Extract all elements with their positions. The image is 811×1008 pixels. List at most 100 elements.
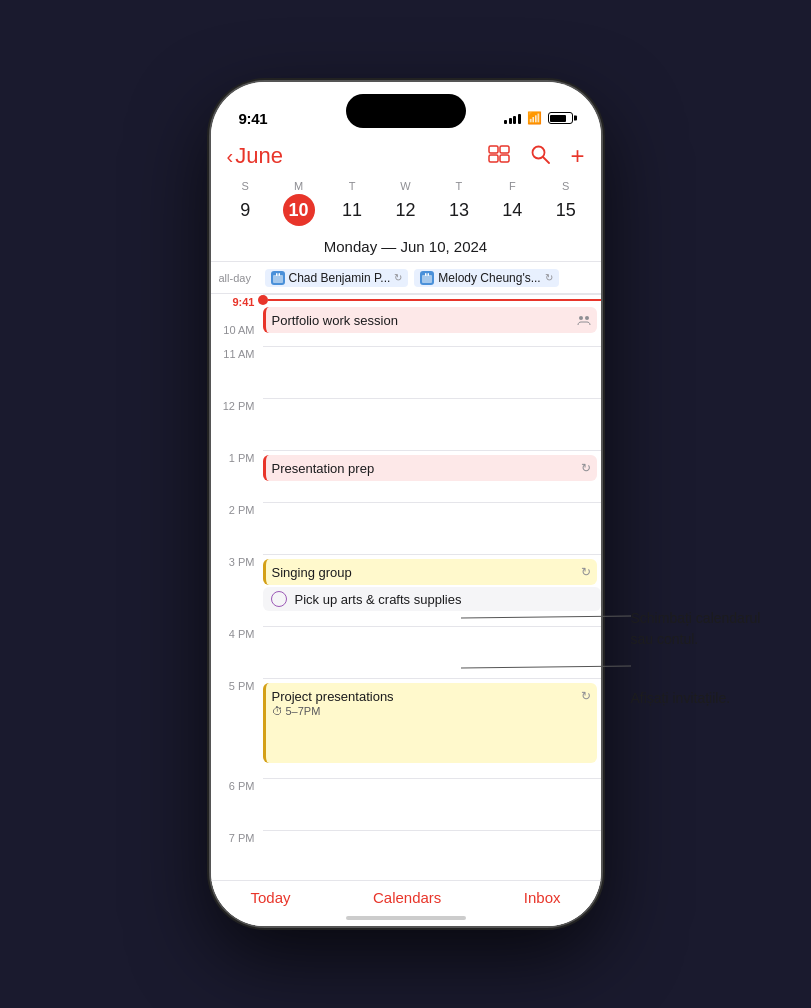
day-letter-wed: W [400, 180, 410, 192]
svg-rect-11 [428, 273, 430, 276]
schedule-area[interactable]: 9:41 10 AM Portfolio work session [211, 294, 601, 880]
svg-rect-8 [278, 273, 280, 276]
time-label-2pm: 2 PM [211, 502, 263, 516]
current-time-indicator [263, 295, 601, 305]
calendar-event-icon-melody [420, 271, 434, 285]
day-letter-thu: T [456, 180, 463, 192]
day-num-15: 15 [550, 194, 582, 226]
month-back-button[interactable]: ‹ June [227, 143, 283, 169]
refresh-icon-melody: ↻ [545, 272, 553, 283]
all-day-event-melody-title: Melody Cheung's... [438, 271, 540, 285]
all-day-row: all-day Chad Benjamin P... ↻ Melody Cheu… [211, 262, 601, 294]
week-day-sat[interactable]: S 15 [539, 180, 592, 226]
day-num-14: 14 [496, 194, 528, 226]
time-line-1pm: Presentation prep ↻ [263, 450, 601, 502]
event-presentation-prep[interactable]: Presentation prep ↻ [263, 455, 597, 481]
task-arts-crafts-title: Pick up arts & crafts supplies [295, 592, 462, 607]
chevron-left-icon: ‹ [227, 145, 234, 168]
add-event-icon[interactable]: + [570, 142, 584, 170]
week-day-thu[interactable]: T 13 [432, 180, 485, 226]
time-line-10am: Portfolio work session [263, 294, 601, 346]
search-icon[interactable] [530, 144, 550, 169]
event-presentation-title: Presentation prep [272, 461, 375, 476]
today-button[interactable]: Today [251, 889, 291, 906]
current-time-line [268, 299, 601, 301]
time-slot-6pm: 6 PM [211, 778, 601, 830]
week-day-fri[interactable]: F 14 [486, 180, 539, 226]
event-portfolio-title: Portfolio work session [272, 313, 398, 328]
svg-rect-2 [489, 155, 498, 162]
home-indicator [346, 916, 466, 920]
time-slot-11am: 11 AM [211, 346, 601, 398]
svg-point-12 [579, 316, 583, 320]
annotation-lines [451, 598, 651, 718]
annotation-calendars: Schimbați calendarul sau contul. [631, 608, 812, 650]
time-label-3pm: 3 PM [211, 554, 263, 568]
shared-icon-presentation: ↻ [581, 461, 591, 475]
all-day-event-chad[interactable]: Chad Benjamin P... ↻ [265, 269, 409, 287]
svg-rect-9 [422, 275, 432, 283]
time-label-7pm: 7 PM [211, 830, 263, 844]
time-slot-1pm: 1 PM Presentation prep ↻ [211, 450, 601, 502]
current-time-badge: 9:41 [211, 296, 255, 308]
status-icons: 📶 [504, 111, 573, 125]
calendar-view-icon[interactable] [488, 145, 510, 168]
all-day-label: all-day [219, 272, 259, 284]
time-label-5pm: 5 PM [211, 678, 263, 692]
shared-icon-singing: ↻ [581, 565, 591, 579]
all-day-event-melody[interactable]: Melody Cheung's... ↻ [414, 269, 558, 287]
day-num-13: 13 [443, 194, 475, 226]
svg-rect-3 [500, 155, 509, 162]
event-singing-title: Singing group [272, 565, 352, 580]
day-num-9: 9 [229, 194, 261, 226]
all-day-event-chad-title: Chad Benjamin P... [289, 271, 391, 285]
time-line-2pm [263, 502, 601, 554]
time-label-12pm: 12 PM [211, 398, 263, 412]
annotations-area: Schimbați calendarul sau contul. Afișați… [631, 608, 812, 706]
nav-row: ‹ June [211, 138, 601, 178]
date-header: Monday — Jun 10, 2024 [211, 228, 601, 262]
task-circle-icon [271, 591, 287, 607]
time-slot-2pm: 2 PM [211, 502, 601, 554]
day-letter-sun: S [242, 180, 249, 192]
svg-rect-10 [425, 273, 427, 276]
day-num-10-today: 10 [283, 194, 315, 226]
week-day-mon[interactable]: M 10 [272, 180, 325, 226]
current-time-dot [258, 295, 268, 305]
week-day-tue[interactable]: T 11 [325, 180, 378, 226]
svg-line-15 [461, 666, 631, 668]
event-portfolio-work[interactable]: Portfolio work session [263, 307, 597, 333]
month-title: June [235, 143, 283, 169]
day-letter-tue: T [349, 180, 356, 192]
time-line-7pm [263, 830, 601, 880]
week-days-row: S 9 M 10 T 11 W 12 [211, 178, 601, 228]
time-line-6pm [263, 778, 601, 830]
signal-bars-icon [504, 112, 521, 124]
day-num-11: 11 [336, 194, 368, 226]
time-line-11am [263, 346, 601, 398]
calendars-button[interactable]: Calendars [373, 889, 441, 906]
time-slot-10am: 9:41 10 AM Portfolio work session [211, 294, 601, 346]
svg-line-5 [543, 157, 549, 163]
time-slot-12pm: 12 PM [211, 398, 601, 450]
week-day-sun[interactable]: S 9 [219, 180, 272, 226]
week-day-wed[interactable]: W 12 [379, 180, 432, 226]
time-label-6pm: 6 PM [211, 778, 263, 792]
screen-content: ‹ June [211, 82, 601, 926]
svg-rect-7 [276, 273, 278, 276]
day-letter-sat: S [562, 180, 569, 192]
svg-rect-1 [500, 146, 509, 153]
event-project-title: Project presentations [272, 689, 394, 704]
time-line-12pm [263, 398, 601, 450]
calendar-event-icon-chad [271, 271, 285, 285]
time-label-11am: 11 AM [211, 346, 263, 360]
clock-icon: ⏱ [272, 705, 283, 717]
event-singing-group[interactable]: Singing group ↻ [263, 559, 597, 585]
day-num-12: 12 [389, 194, 421, 226]
time-label-1pm: 1 PM [211, 450, 263, 464]
status-time: 9:41 [239, 110, 268, 127]
battery-icon [548, 112, 573, 124]
inbox-button[interactable]: Inbox [524, 889, 561, 906]
shared-icon-portfolio [577, 313, 591, 330]
refresh-icon-chad: ↻ [394, 272, 402, 283]
